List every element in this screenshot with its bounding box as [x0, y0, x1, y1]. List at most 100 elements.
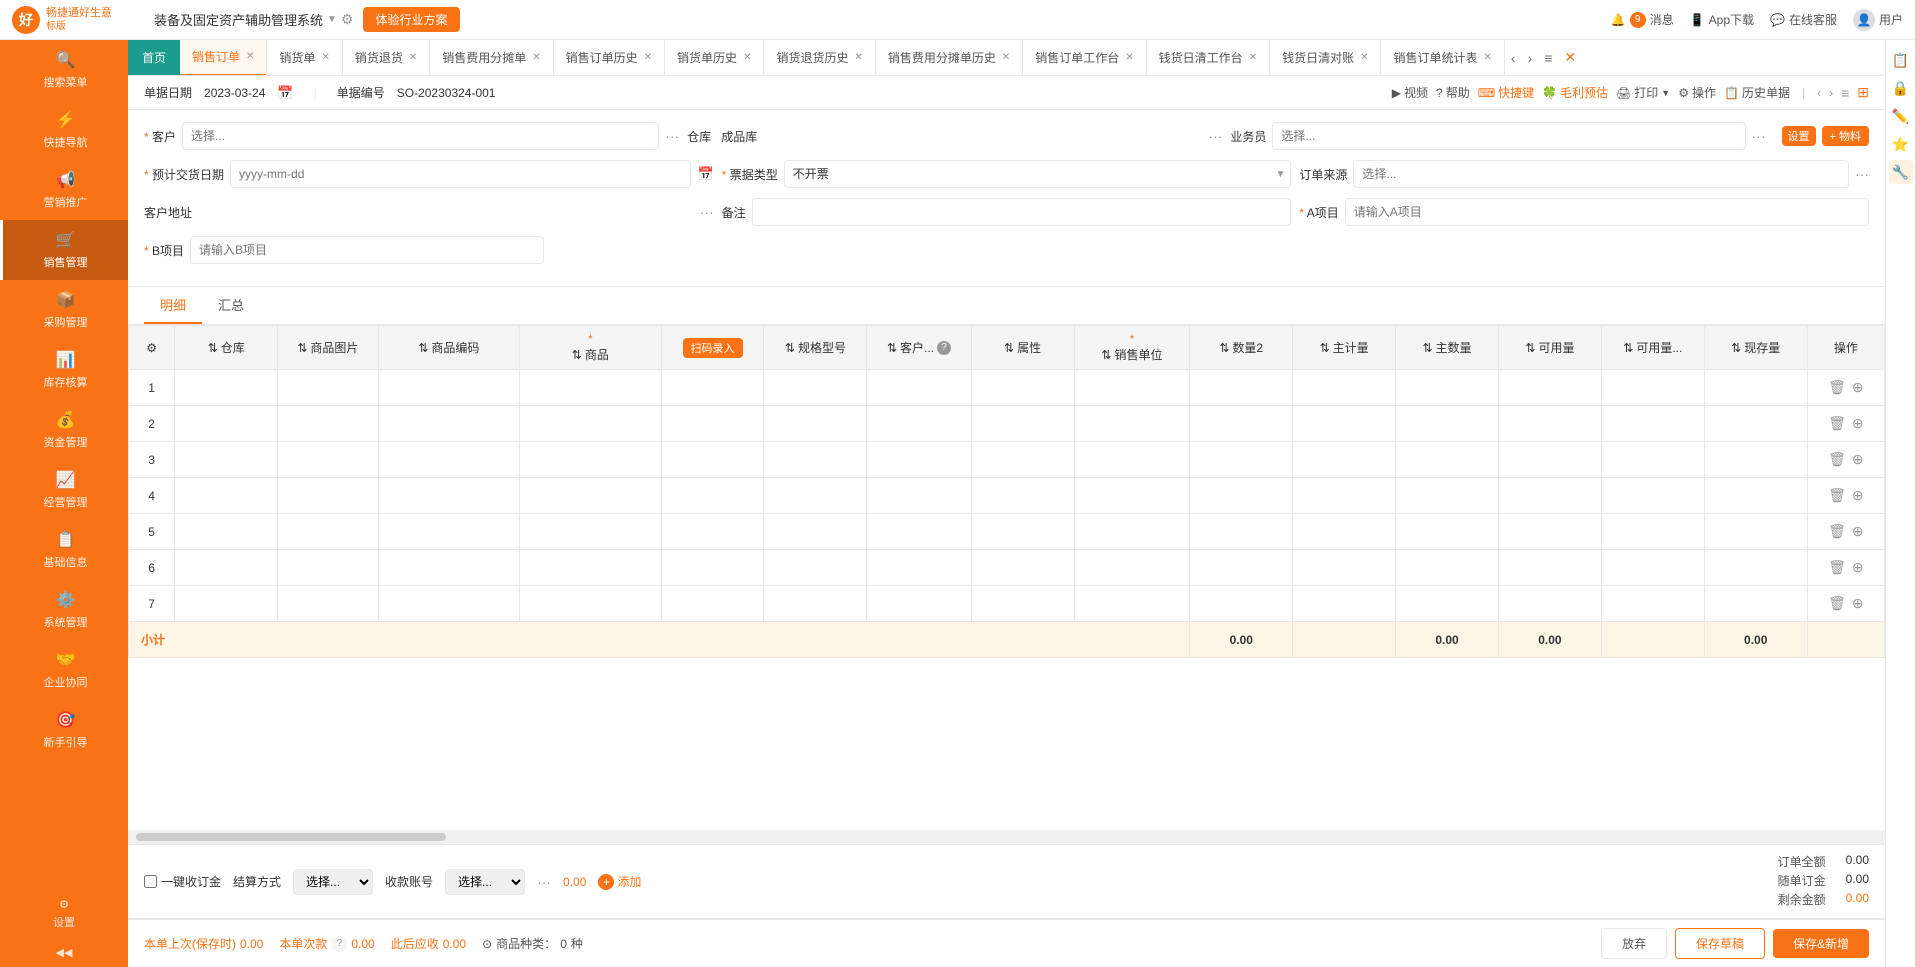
th-attr[interactable]: ⇅ 属性: [971, 326, 1074, 370]
sidebar-item-marketing[interactable]: 📢 营销推广: [0, 160, 128, 220]
tab-close-icon[interactable]: ✕: [532, 52, 540, 63]
sidebar-item-guide[interactable]: 🎯 新手引导: [0, 700, 128, 760]
right-icon-2[interactable]: 🔒: [1889, 76, 1913, 100]
sidebar-item-purchase[interactable]: 📦 采购管理: [0, 280, 128, 340]
th-customer[interactable]: ⇅ 客户... ?: [867, 326, 971, 370]
tab-summary[interactable]: 汇总: [202, 287, 260, 324]
tab-sales-return[interactable]: 销货退货 ✕: [343, 40, 430, 76]
tab-detail[interactable]: 明细: [144, 287, 202, 324]
video-btn[interactable]: ▶ 视频: [1392, 84, 1428, 101]
tab-close-icon[interactable]: ✕: [409, 52, 417, 63]
th-spec[interactable]: ⇅ 规格型号: [764, 326, 867, 370]
cell-image[interactable]: [278, 370, 378, 406]
action-btn[interactable]: ⚙ 操作: [1678, 84, 1716, 101]
cell-attr[interactable]: [971, 370, 1074, 406]
tab-cash-workbench[interactable]: 钱货日清工作台 ✕: [1147, 40, 1270, 76]
sidebar-item-operations[interactable]: 📈 经营管理: [0, 460, 128, 520]
th-settings[interactable]: ⚙: [129, 326, 175, 370]
save-draft-btn[interactable]: 保存草稿: [1675, 928, 1765, 959]
scan-input-btn[interactable]: 扫码录入: [683, 338, 743, 358]
sidebar-item-collab[interactable]: 🤝 企业协同: [0, 640, 128, 700]
next-record-btn[interactable]: ›: [1829, 86, 1833, 100]
tab-prev-btn[interactable]: ‹: [1505, 40, 1522, 76]
discard-btn[interactable]: 放弃: [1601, 928, 1667, 959]
th-goods[interactable]: ⇅ 商品: [520, 326, 661, 370]
system-title[interactable]: 装备及固定资产辅助管理系统 ▼ ⚙: [154, 10, 353, 29]
right-icon-4[interactable]: ⭐: [1889, 132, 1913, 156]
sidebar-item-system[interactable]: ⚙️ 系统管理: [0, 580, 128, 640]
delivery-input[interactable]: [230, 160, 691, 188]
tab-close-icon[interactable]: ✕: [1249, 52, 1257, 63]
copy-icon[interactable]: ⊕: [1852, 451, 1864, 468]
calendar-icon[interactable]: 📅: [277, 85, 293, 101]
tab-stats[interactable]: 销售订单统计表 ✕: [1381, 40, 1504, 76]
staff-more-btn[interactable]: ···: [1752, 128, 1766, 144]
shortcut-btn[interactable]: ⌨ 快捷键: [1478, 84, 1534, 101]
cell-available[interactable]: [1498, 370, 1601, 406]
profit-btn[interactable]: 🍀 毛利预估: [1542, 84, 1608, 101]
pay-method-select[interactable]: 选择...: [293, 869, 373, 895]
order-source-input[interactable]: [1353, 160, 1849, 188]
quick-pay-checkbox[interactable]: 一键收订金: [144, 873, 221, 890]
th-code[interactable]: ⇅ 商品编码: [378, 326, 519, 370]
industry-btn[interactable]: 体验行业方案: [363, 7, 459, 32]
cell-spec[interactable]: [764, 370, 867, 406]
customer-more-btn[interactable]: ···: [665, 128, 679, 144]
th-available2[interactable]: ⇅ 可用量...: [1601, 326, 1704, 370]
copy-icon[interactable]: ⊕: [1852, 379, 1864, 396]
tab-close-icon[interactable]: ✕: [854, 52, 862, 63]
cell-warehouse[interactable]: [175, 370, 278, 406]
tab-close-all-btn[interactable]: ✕: [1558, 40, 1582, 76]
right-icon-3[interactable]: ✏️: [1889, 104, 1913, 128]
tab-return-history[interactable]: 销货退货历史 ✕: [764, 40, 875, 76]
cell-available2[interactable]: [1601, 370, 1704, 406]
delete-icon[interactable]: 🗑: [1828, 523, 1846, 540]
staff-input[interactable]: [1272, 122, 1745, 150]
copy-icon[interactable]: ⊕: [1852, 595, 1864, 612]
tab-invoice-history[interactable]: 销货单历史 ✕: [665, 40, 764, 76]
table-scrollbar[interactable]: [128, 830, 1885, 844]
online-service-btn[interactable]: 💬 在线客服: [1770, 11, 1837, 28]
add-btn[interactable]: + 添加: [598, 873, 641, 890]
tab-next-btn[interactable]: ›: [1522, 40, 1539, 76]
tab-order-workbench[interactable]: 销售订单工作台 ✕: [1023, 40, 1146, 76]
cell-main-qty[interactable]: [1396, 370, 1499, 406]
cell-goods[interactable]: [520, 370, 661, 406]
th-unit[interactable]: ⇅ 销售单位: [1074, 326, 1190, 370]
account-more-btn[interactable]: ···: [537, 874, 551, 890]
cell-qty2[interactable]: [1190, 370, 1293, 406]
sidebar-item-sales[interactable]: 🛒 销售管理: [0, 220, 128, 280]
tab-close-icon[interactable]: ✕: [1484, 52, 1492, 63]
sidebar-settings-btn[interactable]: ⚙ 设置: [0, 890, 128, 938]
tab-close-icon[interactable]: ✕: [246, 51, 254, 62]
right-icon-1[interactable]: 📋: [1889, 48, 1913, 72]
tab-cash-reconcile[interactable]: 钱货日清对账 ✕: [1270, 40, 1381, 76]
customer-input[interactable]: [182, 122, 659, 150]
delete-icon[interactable]: 🗑: [1828, 415, 1846, 432]
add-material-btn[interactable]: + 物料: [1822, 126, 1869, 146]
tab-close-icon[interactable]: ✕: [1125, 52, 1133, 63]
settings-icon[interactable]: ⚙: [341, 11, 354, 28]
delete-icon[interactable]: 🗑: [1828, 379, 1846, 396]
th-available[interactable]: ⇅ 可用量: [1498, 326, 1601, 370]
invoice-select[interactable]: 不开票: [784, 160, 1292, 188]
copy-icon[interactable]: ⊕: [1852, 415, 1864, 432]
sidebar-item-inventory[interactable]: 📊 库存核算: [0, 340, 128, 400]
tab-menu-btn[interactable]: ≡: [1538, 40, 1558, 76]
note-input[interactable]: [752, 198, 1292, 226]
delete-icon[interactable]: 🗑: [1828, 595, 1846, 612]
th-warehouse[interactable]: ⇅ 仓库: [175, 326, 278, 370]
form-settings-btn[interactable]: 设置: [1782, 126, 1816, 146]
th-image[interactable]: ⇅ 商品图片: [278, 326, 378, 370]
right-icon-5[interactable]: 🔧: [1889, 160, 1913, 184]
th-stock[interactable]: ⇅ 现存量: [1704, 326, 1807, 370]
history-btn[interactable]: 📋 历史单据: [1724, 84, 1790, 101]
cell-customer[interactable]: [867, 370, 971, 406]
tab-close-icon[interactable]: ✕: [1002, 52, 1010, 63]
b-project-input[interactable]: [190, 236, 544, 264]
quick-pay-checkbox-input[interactable]: [144, 875, 157, 888]
user-btn[interactable]: 👤 用户: [1853, 9, 1903, 31]
delivery-calendar-icon[interactable]: 📅: [697, 166, 713, 182]
cell-code[interactable]: [378, 370, 519, 406]
delete-icon[interactable]: 🗑: [1828, 559, 1846, 576]
